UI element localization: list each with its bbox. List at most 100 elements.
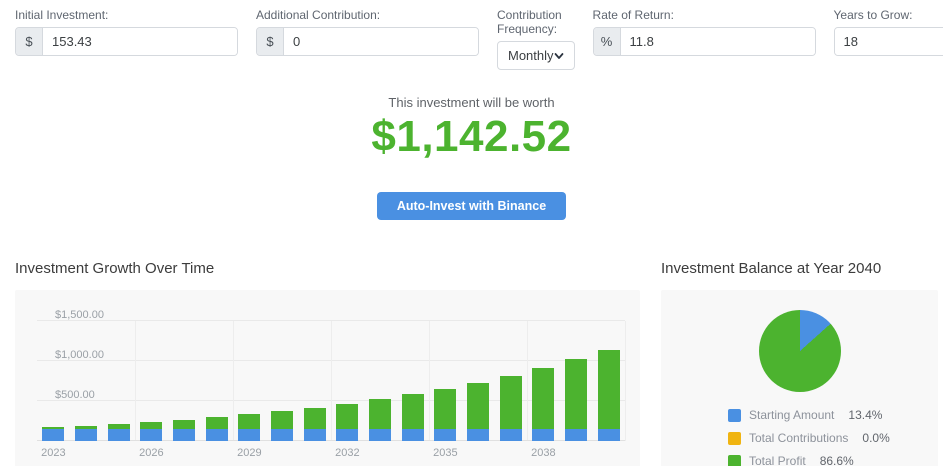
bar-segment-starting: [303, 428, 326, 441]
additional-contribution-input[interactable]: [284, 28, 478, 55]
x-gridline: [331, 321, 332, 441]
bar-2037[interactable]: [499, 375, 522, 441]
bar-2036[interactable]: [467, 382, 489, 441]
starting-amount-swatch: [728, 408, 741, 422]
field-years-to-grow: Years to Grow:: [833, 8, 943, 70]
bar-segment-starting: [271, 428, 293, 441]
total-contributions-swatch: [728, 431, 741, 445]
auto-invest-button[interactable]: Auto-Invest with Binance: [376, 192, 567, 220]
bar-segment-profit: [336, 403, 359, 429]
contribution-frequency-select[interactable]: Monthly: [497, 41, 575, 70]
x-gridline: [429, 321, 430, 441]
bar-segment-profit: [173, 419, 195, 429]
legend-row-total-contributions[interactable]: Total Contributions 0.0%: [728, 431, 890, 445]
bar-2033[interactable]: [369, 399, 391, 441]
y-tick-label: $500.00: [55, 389, 95, 401]
x-tick-label: 2038: [531, 447, 556, 459]
bar-segment-starting: [107, 428, 130, 441]
bar-segment-starting: [597, 428, 620, 441]
bar-segment-profit: [565, 359, 587, 429]
bar-segment-profit: [499, 375, 522, 429]
bar-segment-starting: [75, 428, 97, 441]
contribution-frequency-label: Contribution Frequency:: [497, 8, 562, 36]
x-gridline: [233, 321, 234, 441]
rate-of-return-group: %: [592, 27, 816, 56]
years-to-grow-group: [833, 27, 943, 56]
bar-2025[interactable]: [107, 423, 130, 441]
legend-row-starting-amount[interactable]: Starting Amount 13.4%: [728, 408, 890, 422]
bar-segment-starting: [140, 428, 163, 441]
chevron-down-icon: [554, 52, 563, 59]
bar-segment-profit: [434, 388, 457, 429]
legend-pct: 13.4%: [848, 408, 883, 422]
bar-segment-profit: [205, 417, 228, 429]
percent-prefix: %: [593, 28, 621, 55]
x-gridline: [625, 321, 626, 441]
bar-segment-starting: [434, 428, 457, 441]
balance-pie-chart[interactable]: [758, 310, 841, 392]
bar-2034[interactable]: [401, 394, 424, 441]
additional-contribution-label: Additional Contribution:: [256, 8, 381, 22]
bar-segment-profit: [238, 414, 261, 429]
bar-2032[interactable]: [336, 403, 359, 441]
balance-chart-section: Investment Balance at Year 2040 Starting…: [661, 260, 938, 466]
x-tick-label: 2023: [41, 447, 66, 459]
bar-segment-starting: [336, 428, 359, 441]
x-tick-label: 2035: [433, 447, 458, 459]
bar-segment-starting: [369, 428, 391, 441]
bar-segment-starting: [532, 428, 555, 441]
dollar-prefix: $: [257, 28, 284, 55]
bar-2040[interactable]: [597, 349, 620, 441]
dollar-prefix: $: [16, 28, 43, 55]
legend-row-total-profit[interactable]: Total Profit 86.6%: [728, 454, 890, 466]
bar-segment-profit: [369, 399, 391, 429]
legend-label: Total Profit: [749, 454, 806, 466]
bar-segment-profit: [532, 367, 555, 429]
charts-row: Investment Growth Over Time $500.00 $1,00…: [0, 260, 943, 466]
growth-chart-card: $500.00 $1,000.00 $1,500.00 2023 2026 2029 20…: [15, 290, 640, 466]
bar-2023[interactable]: [42, 427, 65, 441]
bar-2030[interactable]: [271, 411, 293, 441]
bar-segment-starting: [467, 428, 489, 441]
bar-segment-starting: [401, 428, 424, 441]
bar-2039[interactable]: [565, 359, 587, 441]
x-tick-label: 2029: [237, 447, 262, 459]
total-profit-swatch: [728, 454, 741, 466]
growth-x-axis: 2023 2026 2029 2032 2035 2038: [37, 447, 625, 466]
legend-pct: 86.6%: [819, 454, 854, 466]
rate-of-return-input[interactable]: [620, 28, 815, 55]
field-initial-investment: Initial Investment: $: [15, 8, 238, 70]
x-gridline: [527, 321, 528, 441]
bar-2024[interactable]: [75, 425, 97, 441]
years-to-grow-label: Years to Grow:: [833, 8, 913, 22]
pie-legend: Starting Amount 13.4% Total Contribution…: [728, 408, 890, 466]
calculator-controls: Initial Investment: $ Additional Contrib…: [0, 0, 943, 70]
x-tick-label: 2032: [335, 447, 360, 459]
rate-of-return-label: Rate of Return:: [592, 8, 674, 22]
years-to-grow-input[interactable]: [834, 28, 943, 55]
field-contribution-frequency: Contribution Frequency: Monthly: [497, 8, 575, 70]
bar-2031[interactable]: [303, 407, 326, 441]
x-gridline: [135, 321, 136, 441]
balance-chart-card: Starting Amount 13.4% Total Contribution…: [661, 290, 938, 466]
balance-chart-title: Investment Balance at Year 2040: [661, 260, 882, 277]
result-section: This investment will be worth $1,142.52 …: [0, 95, 943, 220]
bar-2026[interactable]: [140, 421, 163, 441]
y-tick-label: $1,000.00: [55, 349, 104, 361]
additional-contribution-group: $: [256, 27, 479, 56]
bar-2038[interactable]: [532, 367, 555, 441]
growth-chart-title: Investment Growth Over Time: [15, 260, 215, 277]
bar-2029[interactable]: [238, 414, 261, 441]
field-additional-contribution: Additional Contribution: $: [256, 8, 479, 70]
bar-segment-profit: [597, 349, 620, 429]
legend-pct: 0.0%: [862, 431, 890, 445]
initial-investment-label: Initial Investment:: [15, 8, 109, 22]
legend-label: Total Contributions: [749, 431, 849, 445]
bar-segment-starting: [499, 428, 522, 441]
initial-investment-group: $: [15, 27, 238, 56]
initial-investment-input[interactable]: [43, 28, 237, 55]
bar-2028[interactable]: [205, 417, 228, 441]
field-rate-of-return: Rate of Return: %: [592, 8, 816, 70]
bar-2035[interactable]: [434, 388, 457, 441]
bar-2027[interactable]: [173, 419, 195, 441]
